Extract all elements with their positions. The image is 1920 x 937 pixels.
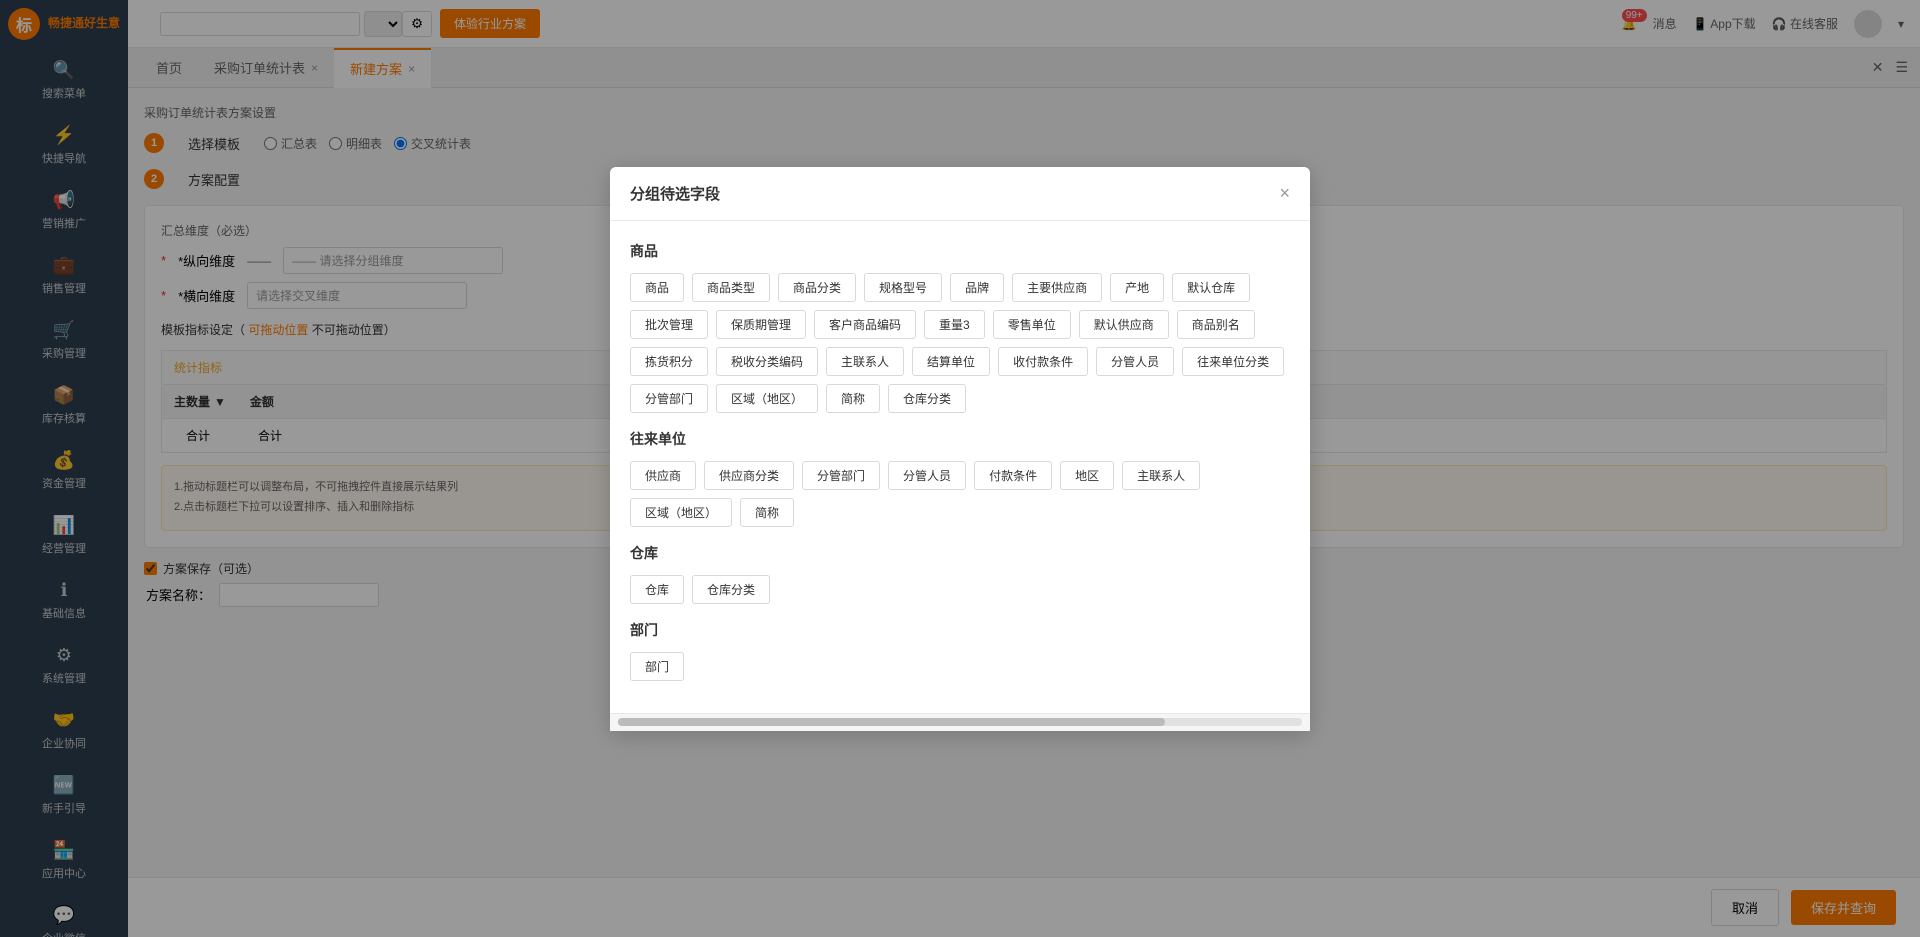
field-chip-0-19[interactable]: 收付款条件 bbox=[998, 347, 1088, 376]
field-chip-0-18[interactable]: 结算单位 bbox=[912, 347, 990, 376]
section-title-2: 仓库 bbox=[630, 543, 1290, 563]
modal-hscrollbar[interactable] bbox=[610, 713, 1310, 731]
modal-title: 分组待选字段 bbox=[630, 183, 720, 204]
field-chip-1-0[interactable]: 供应商 bbox=[630, 461, 696, 490]
modal-header: 分组待选字段 × bbox=[610, 167, 1310, 221]
field-chip-1-4[interactable]: 付款条件 bbox=[974, 461, 1052, 490]
field-group-2: 仓库仓库分类 bbox=[630, 575, 1290, 604]
field-chip-0-6[interactable]: 产地 bbox=[1110, 273, 1164, 302]
modal-overlay: 分组待选字段 × 商品商品商品类型商品分类规格型号品牌主要供应商产地默认仓库批次… bbox=[0, 0, 1920, 937]
field-chip-1-7[interactable]: 区域（地区） bbox=[630, 498, 732, 527]
field-chip-0-20[interactable]: 分管人员 bbox=[1096, 347, 1174, 376]
field-chip-2-0[interactable]: 仓库 bbox=[630, 575, 684, 604]
field-chip-0-11[interactable]: 重量3 bbox=[924, 310, 985, 339]
field-chip-0-4[interactable]: 品牌 bbox=[950, 273, 1004, 302]
field-chip-0-22[interactable]: 分管部门 bbox=[630, 384, 708, 413]
field-chip-0-10[interactable]: 客户商品编码 bbox=[814, 310, 916, 339]
field-chip-1-1[interactable]: 供应商分类 bbox=[704, 461, 794, 490]
field-chip-0-1[interactable]: 商品类型 bbox=[692, 273, 770, 302]
field-chip-0-3[interactable]: 规格型号 bbox=[864, 273, 942, 302]
field-chip-0-0[interactable]: 商品 bbox=[630, 273, 684, 302]
field-chip-0-16[interactable]: 税收分类编码 bbox=[716, 347, 818, 376]
field-group-1: 供应商供应商分类分管部门分管人员付款条件地区主联系人区域（地区） 简称 bbox=[630, 461, 1290, 527]
field-chip-0-7[interactable]: 默认仓库 bbox=[1172, 273, 1250, 302]
section-title-0: 商品 bbox=[630, 241, 1290, 261]
field-chip-1-3[interactable]: 分管人员 bbox=[888, 461, 966, 490]
field-chip-0-17[interactable]: 主联系人 bbox=[826, 347, 904, 376]
field-group-3: 部门 bbox=[630, 652, 1290, 681]
field-chip-0-8[interactable]: 批次管理 bbox=[630, 310, 708, 339]
modal-close-button[interactable]: × bbox=[1279, 183, 1290, 204]
section-title-3: 部门 bbox=[630, 620, 1290, 640]
field-chip-0-12[interactable]: 零售单位 bbox=[993, 310, 1071, 339]
field-chip-0-21[interactable]: 往来单位分类 bbox=[1182, 347, 1284, 376]
field-chip-3-0[interactable]: 部门 bbox=[630, 652, 684, 681]
field-chip-0-23[interactable]: 区域（地区） bbox=[716, 384, 818, 413]
field-chip-1-5[interactable]: 地区 bbox=[1060, 461, 1114, 490]
field-chip-0-25[interactable]: 仓库分类 bbox=[888, 384, 966, 413]
field-chip-0-9[interactable]: 保质期管理 bbox=[716, 310, 806, 339]
field-chip-0-5[interactable]: 主要供应商 bbox=[1012, 273, 1102, 302]
field-chip-1-6[interactable]: 主联系人 bbox=[1122, 461, 1200, 490]
field-chip-1-2[interactable]: 分管部门 bbox=[802, 461, 880, 490]
modal-body: 商品商品商品类型商品分类规格型号品牌主要供应商产地默认仓库批次管理保质期管理客户… bbox=[610, 221, 1310, 713]
field-chip-0-13[interactable]: 默认供应商 bbox=[1079, 310, 1169, 339]
field-group-0: 商品商品类型商品分类规格型号品牌主要供应商产地默认仓库批次管理保质期管理客户商品… bbox=[630, 273, 1290, 413]
section-title-1: 往来单位 bbox=[630, 429, 1290, 449]
field-select-modal: 分组待选字段 × 商品商品商品类型商品分类规格型号品牌主要供应商产地默认仓库批次… bbox=[610, 167, 1310, 731]
field-chip-0-2[interactable]: 商品分类 bbox=[778, 273, 856, 302]
field-chip-0-15[interactable]: 拣货积分 bbox=[630, 347, 708, 376]
field-chip-1-8[interactable]: 简称 bbox=[740, 498, 794, 527]
modal-scroll: 商品商品商品类型商品分类规格型号品牌主要供应商产地默认仓库批次管理保质期管理客户… bbox=[630, 237, 1290, 697]
field-chip-0-14[interactable]: 商品别名 bbox=[1177, 310, 1255, 339]
field-chip-0-24[interactable]: 简称 bbox=[826, 384, 880, 413]
field-chip-2-1[interactable]: 仓库分类 bbox=[692, 575, 770, 604]
